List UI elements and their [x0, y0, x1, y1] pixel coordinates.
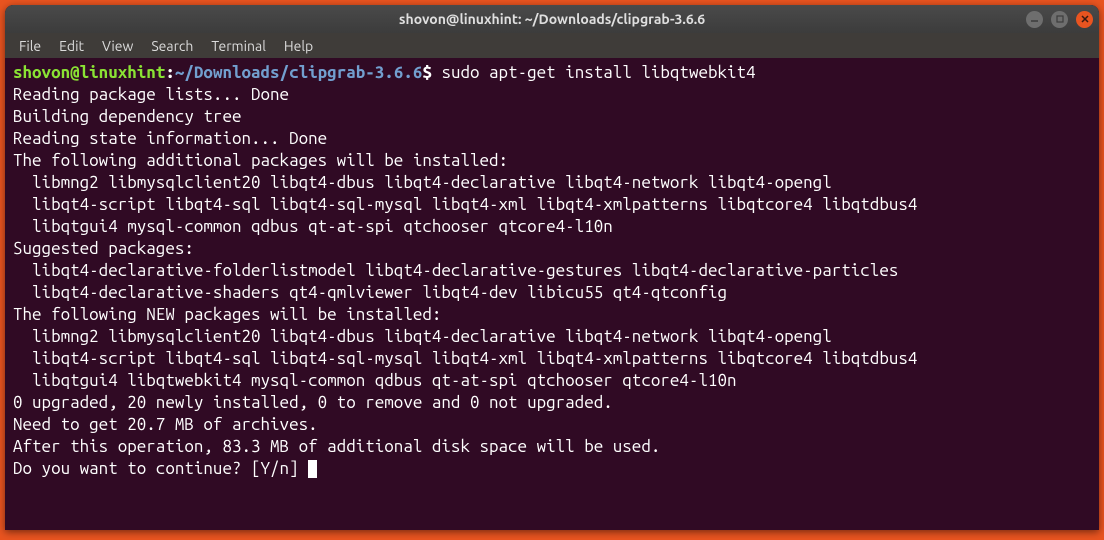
prompt-user-host: shovon@linuxhint	[13, 63, 165, 82]
output-line: libqtgui4 mysql-common qdbus qt-at-spi q…	[13, 216, 1091, 238]
menu-help[interactable]: Help	[276, 36, 321, 56]
menu-terminal[interactable]: Terminal	[203, 36, 274, 56]
prompt-path: ~/Downloads/clipgrab-3.6.6	[175, 63, 423, 82]
output-line: libqt4-script libqt4-sql libqt4-sql-mysq…	[13, 348, 1091, 370]
output-line: 0 upgraded, 20 newly installed, 0 to rem…	[13, 392, 1091, 414]
close-icon	[1081, 15, 1089, 23]
prompt-colon: :	[165, 63, 175, 82]
menu-edit[interactable]: Edit	[51, 36, 92, 56]
menu-file[interactable]: File	[11, 36, 49, 56]
menu-view[interactable]: View	[94, 36, 141, 56]
maximize-icon	[1056, 15, 1064, 23]
window-controls	[1026, 11, 1093, 28]
output-line: Do you want to continue? [Y/n]	[13, 458, 1091, 480]
command-text: sudo apt-get install libqtwebkit4	[441, 63, 755, 82]
minimize-button[interactable]	[1026, 11, 1043, 28]
close-button[interactable]	[1076, 11, 1093, 28]
minimize-icon	[1030, 15, 1039, 24]
maximize-button[interactable]	[1051, 11, 1068, 28]
output-line: libmng2 libmysqlclient20 libqt4-dbus lib…	[13, 326, 1091, 348]
prompt-line: shovon@linuxhint:~/Downloads/clipgrab-3.…	[13, 62, 1091, 84]
menu-search[interactable]: Search	[143, 36, 201, 56]
titlebar: shovon@linuxhint: ~/Downloads/clipgrab-3…	[5, 5, 1099, 33]
output-line: The following NEW packages will be insta…	[13, 304, 1091, 326]
output-line: libqtgui4 libqtwebkit4 mysql-common qdbu…	[13, 370, 1091, 392]
output-line: Building dependency tree	[13, 106, 1091, 128]
prompt-dollar: $	[422, 63, 441, 82]
output-line: Reading state information... Done	[13, 128, 1091, 150]
output-line: The following additional packages will b…	[13, 150, 1091, 172]
output-line: libqt4-declarative-shaders qt4-qmlviewer…	[13, 282, 1091, 304]
menubar: File Edit View Search Terminal Help	[5, 33, 1099, 58]
output-line: libqt4-declarative-folderlistmodel libqt…	[13, 260, 1091, 282]
terminal-content[interactable]: shovon@linuxhint:~/Downloads/clipgrab-3.…	[5, 58, 1099, 530]
window-title: shovon@linuxhint: ~/Downloads/clipgrab-3…	[5, 11, 1099, 27]
output-line: libqt4-script libqt4-sql libqt4-sql-mysq…	[13, 194, 1091, 216]
output-line: Reading package lists... Done	[13, 84, 1091, 106]
terminal-window: shovon@linuxhint: ~/Downloads/clipgrab-3…	[5, 5, 1099, 530]
output-line: libmng2 libmysqlclient20 libqt4-dbus lib…	[13, 172, 1091, 194]
output-line: After this operation, 83.3 MB of additio…	[13, 436, 1091, 458]
continue-prompt: Do you want to continue? [Y/n]	[13, 459, 308, 478]
output-line: Suggested packages:	[13, 238, 1091, 260]
cursor	[308, 460, 317, 478]
output-line: Need to get 20.7 MB of archives.	[13, 414, 1091, 436]
